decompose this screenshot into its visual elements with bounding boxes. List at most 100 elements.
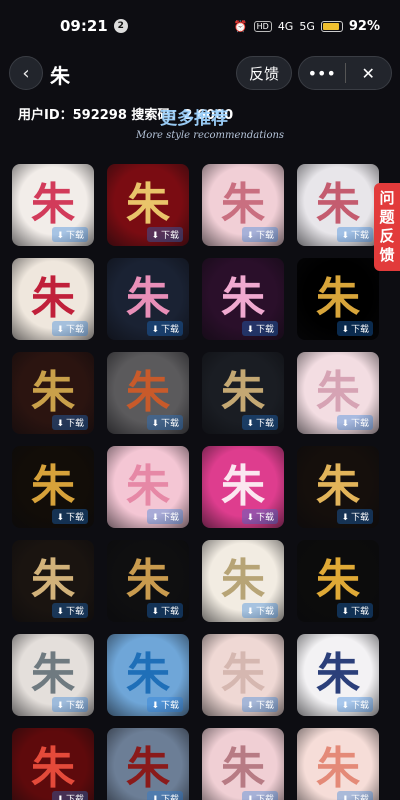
report-feedback-tab[interactable]: 问题反馈: [374, 183, 400, 271]
download-icon: ⬇: [151, 325, 159, 335]
style-card[interactable]: 朱 ⬇ 下载: [202, 352, 284, 434]
download-button[interactable]: ⬇ 下载: [147, 509, 183, 524]
style-card[interactable]: 朱 ⬇ 下载: [297, 540, 379, 622]
download-label: 下载: [255, 419, 274, 429]
card-character: 朱: [126, 649, 170, 700]
download-icon: ⬇: [56, 419, 64, 429]
section-subtitle: More style recommendations: [136, 130, 285, 141]
download-button[interactable]: ⬇ 下载: [147, 791, 183, 800]
style-card[interactable]: 朱 ⬇ 下载: [297, 634, 379, 716]
style-card[interactable]: 朱 ⬇ 下载: [12, 540, 94, 622]
download-button[interactable]: ⬇ 下载: [337, 509, 373, 524]
style-card[interactable]: 朱 ⬇ 下载: [107, 352, 189, 434]
download-label: 下载: [65, 419, 84, 429]
download-label: 下载: [160, 231, 179, 241]
style-card[interactable]: 朱 ⬇ 下载: [202, 728, 284, 800]
download-button[interactable]: ⬇ 下载: [147, 603, 183, 618]
download-button[interactable]: ⬇ 下载: [242, 227, 278, 242]
style-card[interactable]: 朱 ⬇ 下载: [297, 164, 379, 246]
section-title: 更多推荐: [160, 109, 228, 129]
style-card[interactable]: 朱 ⬇ 下载: [12, 352, 94, 434]
feedback-button[interactable]: 反馈: [236, 56, 292, 90]
battery-percent: 92%: [348, 18, 380, 34]
back-button[interactable]: ‹: [9, 56, 43, 90]
download-button[interactable]: ⬇ 下载: [147, 321, 183, 336]
card-character: 朱: [221, 555, 265, 606]
download-label: 下载: [255, 231, 274, 241]
alarm-icon: ⏰: [233, 19, 248, 33]
card-character: 朱: [316, 367, 360, 418]
download-button[interactable]: ⬇ 下载: [242, 415, 278, 430]
style-card[interactable]: 朱 ⬇ 下载: [12, 728, 94, 800]
style-card[interactable]: 朱 ⬇ 下载: [202, 446, 284, 528]
download-button[interactable]: ⬇ 下载: [52, 791, 88, 800]
download-button[interactable]: ⬇ 下载: [242, 603, 278, 618]
card-character: 朱: [221, 649, 265, 700]
download-button[interactable]: ⬇ 下载: [242, 791, 278, 800]
chevron-left-icon: ‹: [22, 62, 30, 84]
download-button[interactable]: ⬇ 下载: [337, 603, 373, 618]
style-card[interactable]: 朱 ⬇ 下载: [12, 164, 94, 246]
download-button[interactable]: ⬇ 下载: [147, 227, 183, 242]
style-card[interactable]: 朱 ⬇ 下载: [107, 258, 189, 340]
download-label: 下载: [160, 795, 179, 800]
signal-5g-icon: 5G: [299, 19, 315, 33]
card-character: 朱: [221, 179, 265, 230]
download-label: 下载: [350, 795, 369, 800]
style-card[interactable]: 朱 ⬇ 下载: [297, 728, 379, 800]
more-dots-icon[interactable]: •••: [299, 64, 345, 83]
download-button[interactable]: ⬇ 下载: [52, 415, 88, 430]
download-button[interactable]: ⬇ 下载: [52, 697, 88, 712]
download-button[interactable]: ⬇ 下载: [242, 697, 278, 712]
download-icon: ⬇: [341, 513, 349, 523]
card-character: 朱: [316, 461, 360, 512]
style-card[interactable]: 朱 ⬇ 下载: [107, 446, 189, 528]
download-icon: ⬇: [341, 795, 349, 800]
close-icon[interactable]: ✕: [346, 64, 392, 83]
download-button[interactable]: ⬇ 下载: [52, 227, 88, 242]
download-label: 下载: [65, 795, 84, 800]
download-button[interactable]: ⬇ 下载: [337, 227, 373, 242]
download-label: 下载: [65, 701, 84, 711]
download-button[interactable]: ⬇ 下载: [52, 321, 88, 336]
download-button[interactable]: ⬇ 下载: [52, 603, 88, 618]
download-button[interactable]: ⬇ 下载: [147, 415, 183, 430]
download-button[interactable]: ⬇ 下载: [242, 509, 278, 524]
style-card[interactable]: 朱 ⬇ 下载: [297, 258, 379, 340]
card-character: 朱: [31, 461, 75, 512]
style-card[interactable]: 朱 ⬇ 下载: [107, 728, 189, 800]
style-card[interactable]: 朱 ⬇ 下载: [12, 258, 94, 340]
style-card[interactable]: 朱 ⬇ 下载: [12, 634, 94, 716]
download-button[interactable]: ⬇ 下载: [52, 509, 88, 524]
download-icon: ⬇: [151, 795, 159, 800]
card-character: 朱: [126, 273, 170, 324]
style-card[interactable]: 朱 ⬇ 下载: [202, 634, 284, 716]
download-button[interactable]: ⬇ 下载: [242, 321, 278, 336]
download-label: 下载: [65, 231, 84, 241]
download-button[interactable]: ⬇ 下载: [337, 791, 373, 800]
style-card[interactable]: 朱 ⬇ 下载: [107, 164, 189, 246]
download-icon: ⬇: [56, 325, 64, 335]
style-card[interactable]: 朱 ⬇ 下载: [202, 540, 284, 622]
download-button[interactable]: ⬇ 下载: [337, 321, 373, 336]
download-icon: ⬇: [56, 513, 64, 523]
download-icon: ⬇: [341, 701, 349, 711]
download-label: 下载: [160, 607, 179, 617]
battery-icon: [320, 20, 343, 32]
style-card[interactable]: 朱 ⬇ 下载: [107, 634, 189, 716]
style-card[interactable]: 朱 ⬇ 下载: [12, 446, 94, 528]
status-indicators: ⏰ HD 4G 5G 92%: [234, 19, 380, 34]
download-label: 下载: [255, 513, 274, 523]
download-button[interactable]: ⬇ 下载: [337, 415, 373, 430]
card-character: 朱: [221, 273, 265, 324]
style-card[interactable]: 朱 ⬇ 下载: [202, 164, 284, 246]
style-card[interactable]: 朱 ⬇ 下载: [107, 540, 189, 622]
download-icon: ⬇: [151, 419, 159, 429]
style-card[interactable]: 朱 ⬇ 下载: [202, 258, 284, 340]
style-card[interactable]: 朱 ⬇ 下载: [297, 446, 379, 528]
download-button[interactable]: ⬇ 下载: [147, 697, 183, 712]
download-label: 下载: [255, 795, 274, 800]
download-button[interactable]: ⬇ 下载: [337, 697, 373, 712]
download-icon: ⬇: [56, 607, 64, 617]
style-card[interactable]: 朱 ⬇ 下载: [297, 352, 379, 434]
